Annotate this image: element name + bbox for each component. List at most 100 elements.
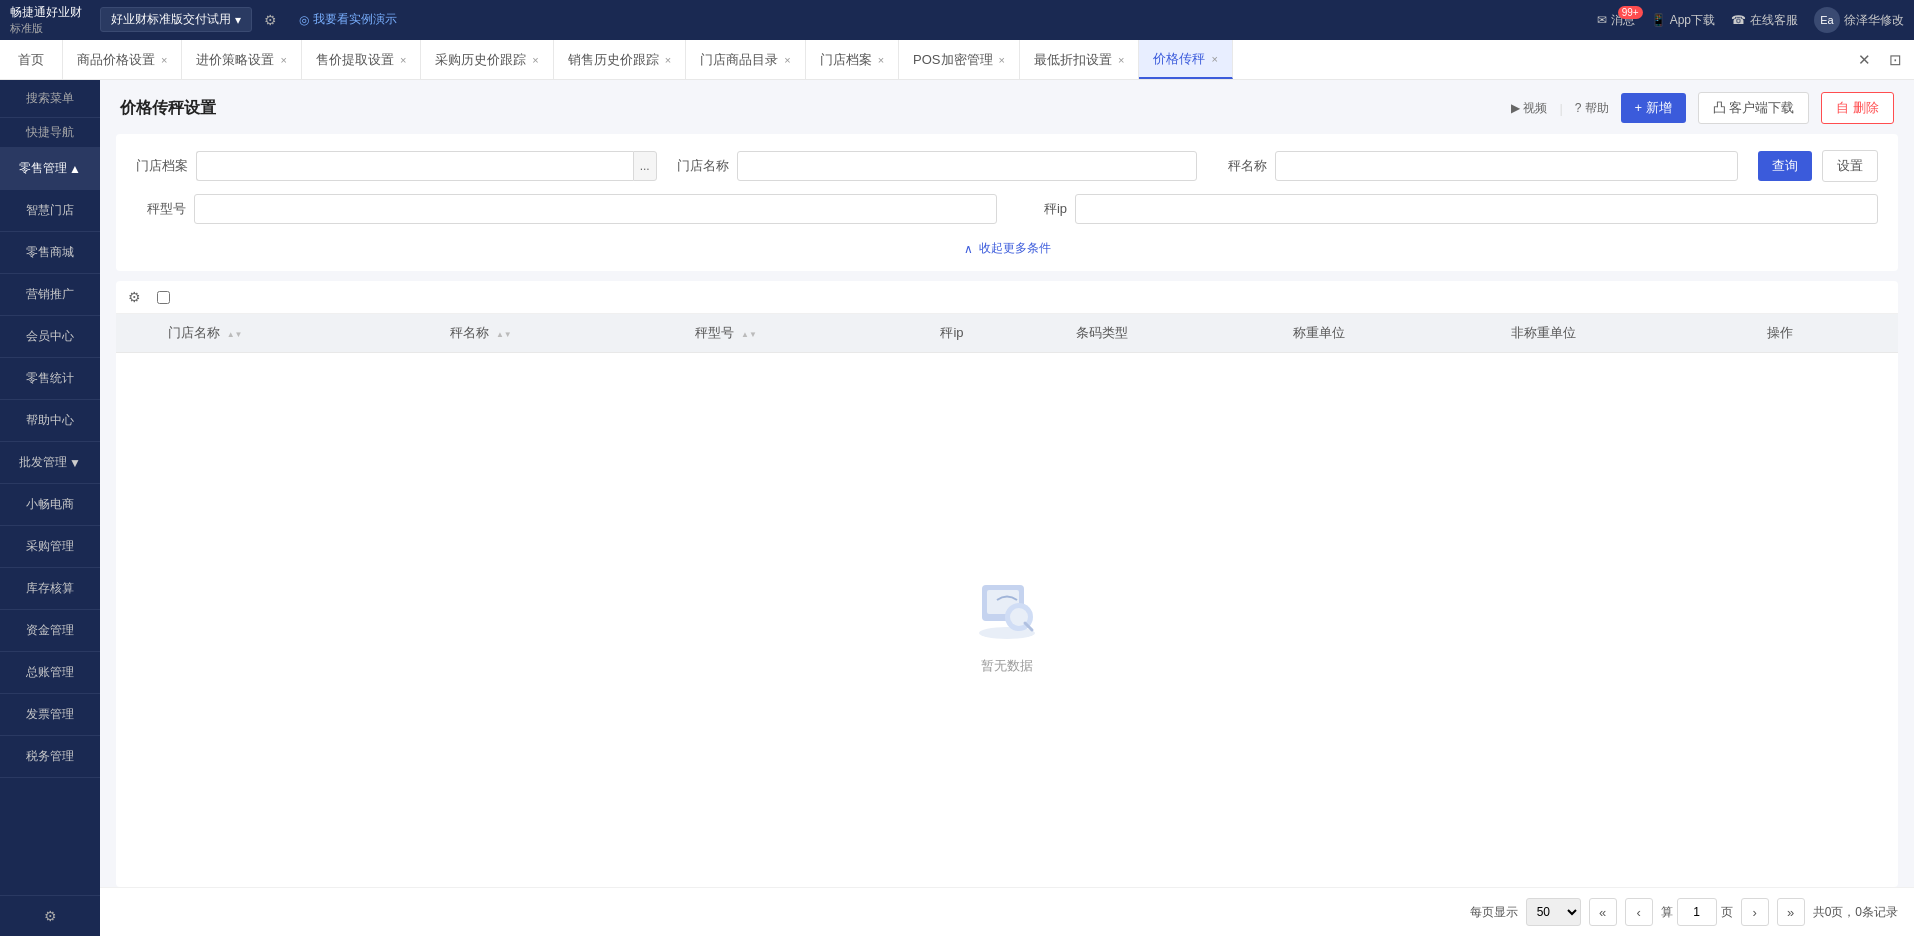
sidebar: 搜索菜单 快捷导航 零售管理 ▲ 智慧门店 零售商城 营销推广 会员中心 零 — [0, 80, 100, 936]
sort-scale-model[interactable]: ▲▼ — [741, 330, 757, 339]
store-name-input[interactable] — [737, 151, 1198, 181]
tab-close-min-discount[interactable]: × — [1118, 54, 1124, 66]
col-header-weight-unit: 称重单位 — [1281, 314, 1499, 353]
pagination-info: 算 页 — [1661, 898, 1733, 926]
col-header-scale-model: 秤型号 ▲▼ — [683, 314, 928, 353]
tab-bar-actions: ✕ ⊡ — [1852, 49, 1914, 71]
scale-name-input[interactable] — [1275, 151, 1738, 181]
pagination-first[interactable]: « — [1589, 898, 1617, 926]
demo-button[interactable]: ◎ 我要看实例演示 — [299, 11, 397, 28]
tab-sale-history[interactable]: 销售历史价跟踪 × — [554, 40, 686, 79]
table-area: ⚙ 门店名称 ▲▼ 秤名称 ▲▼ — [116, 281, 1898, 887]
tab-min-discount[interactable]: 最低折扣设置 × — [1020, 40, 1139, 79]
top-bar-right: ✉ 消息 99+ 📱 App下载 ☎ 在线客服 Ea 徐泽华修改 — [1597, 7, 1904, 33]
sidebar-item-retail-mall[interactable]: 零售商城 — [0, 232, 100, 274]
scale-model-input[interactable] — [194, 194, 997, 224]
version-settings-icon[interactable]: ⚙ — [260, 8, 281, 32]
tab-store-catalog[interactable]: 门店商品目录 × — [686, 40, 805, 79]
tab-close-pos-management[interactable]: × — [999, 54, 1005, 66]
sidebar-item-ecommerce[interactable]: 小畅电商 — [0, 484, 100, 526]
page-header: 价格传秤设置 ▶ 视频 | ? 帮助 + 新增 凸 客户端下载 — [100, 80, 1914, 134]
tab-home[interactable]: 首页 — [0, 40, 63, 79]
version-select[interactable]: 好业财标准版交付试用 ▾ — [100, 7, 252, 32]
sidebar-item-purchase[interactable]: 采购管理 — [0, 526, 100, 568]
sort-scale-name[interactable]: ▲▼ — [496, 330, 512, 339]
tab-store-archive[interactable]: 门店档案 × — [806, 40, 899, 79]
pagination-next[interactable]: › — [1741, 898, 1769, 926]
tab-purchase-strategy[interactable]: 进价策略设置 × — [182, 40, 301, 79]
select-all-checkbox[interactable] — [157, 291, 170, 304]
sidebar-item-invoice[interactable]: 发票管理 — [0, 694, 100, 736]
tab-close-sale-extract[interactable]: × — [400, 54, 406, 66]
page-number-input[interactable] — [1677, 898, 1717, 926]
avatar: Ea — [1814, 7, 1840, 33]
app-download-button[interactable]: 📱 App下载 — [1651, 12, 1715, 29]
col-header-checkbox — [116, 314, 156, 353]
content-area: 价格传秤设置 ▶ 视频 | ? 帮助 + 新增 凸 客户端下载 — [100, 80, 1914, 936]
tab-sale-extract[interactable]: 售价提取设置 × — [302, 40, 421, 79]
tab-maximize[interactable]: ⊡ — [1883, 49, 1908, 71]
scale-model-label: 秤型号 — [136, 200, 186, 218]
sidebar-item-marketing[interactable]: 营销推广 — [0, 274, 100, 316]
page-actions: ▶ 视频 | ? 帮助 + 新增 凸 客户端下载 自 删除 — [1511, 92, 1894, 124]
form-item-store-name: 门店名称 — [677, 151, 1198, 181]
search-form: 门店档案 ... 门店名称 秤名称 — [116, 134, 1898, 271]
table-settings-icon[interactable]: ⚙ — [128, 289, 141, 305]
tab-price-scale[interactable]: 价格传秤 × — [1139, 40, 1232, 79]
tab-close-sale-history[interactable]: × — [665, 54, 671, 66]
scale-ip-input[interactable] — [1075, 194, 1878, 224]
tab-close-purchase-history[interactable]: × — [532, 54, 538, 66]
col-header-scale-name: 秤名称 ▲▼ — [438, 314, 683, 353]
col-header-scale-ip: 秤ip — [928, 314, 1063, 353]
sidebar-item-member[interactable]: 会员中心 — [0, 316, 100, 358]
pagination-last[interactable]: » — [1777, 898, 1805, 926]
settings-button[interactable]: 设置 — [1822, 150, 1878, 182]
sidebar-item-wholesale[interactable]: 批发管理 ▼ — [0, 442, 100, 484]
sidebar-item-finance[interactable]: 资金管理 — [0, 610, 100, 652]
video-link[interactable]: ▶ 视频 — [1511, 100, 1547, 117]
tab-close-store-archive[interactable]: × — [878, 54, 884, 66]
pagination-bar: 每页显示 10 20 50 100 « ‹ 算 页 › » 共0页，0条记录 — [100, 887, 1914, 936]
store-archive-input[interactable] — [196, 151, 633, 181]
tab-close-product-price[interactable]: × — [161, 54, 167, 66]
user-avatar-area[interactable]: Ea 徐泽华修改 — [1814, 7, 1904, 33]
add-button[interactable]: + 新增 — [1621, 93, 1686, 123]
col-header-non-weight-unit: 非称重单位 — [1499, 314, 1754, 353]
collapse-button[interactable]: ∧ 收起更多条件 — [964, 240, 1051, 257]
tab-purchase-history[interactable]: 采购历史价跟踪 × — [421, 40, 553, 79]
sidebar-item-help[interactable]: 帮助中心 — [0, 400, 100, 442]
sort-store-name[interactable]: ▲▼ — [227, 330, 243, 339]
tab-product-price[interactable]: 商品价格设置 × — [63, 40, 182, 79]
empty-state: 暂无数据 — [116, 353, 1898, 887]
pagination-prev[interactable]: ‹ — [1625, 898, 1653, 926]
store-archive-ellipsis-btn[interactable]: ... — [633, 151, 657, 181]
empty-text: 暂无数据 — [981, 657, 1033, 675]
tab-close-current[interactable]: ✕ — [1852, 49, 1877, 71]
sidebar-settings-btn[interactable]: ⚙ — [0, 895, 100, 936]
sidebar-search[interactable]: 搜索菜单 — [0, 80, 100, 118]
tab-bar: 首页 商品价格设置 × 进价策略设置 × 售价提取设置 × 采购历史价跟踪 × … — [0, 40, 1914, 80]
query-button[interactable]: 查询 — [1758, 151, 1812, 181]
per-page-select[interactable]: 10 20 50 100 — [1526, 898, 1581, 926]
sidebar-item-retail[interactable]: 零售管理 ▲ — [0, 148, 100, 190]
sidebar-item-general-ledger[interactable]: 总账管理 — [0, 652, 100, 694]
online-service-button[interactable]: ☎ 在线客服 — [1731, 12, 1798, 29]
form-row-2: 秤型号 秤ip — [136, 194, 1878, 224]
sidebar-item-inventory[interactable]: 库存核算 — [0, 568, 100, 610]
logo: 畅捷通好业财 标准版 — [10, 5, 82, 35]
download-client-button[interactable]: 凸 客户端下载 — [1698, 92, 1810, 124]
action-buttons: 查询 设置 — [1758, 150, 1878, 182]
help-link[interactable]: ? 帮助 — [1575, 100, 1609, 117]
tab-pos-management[interactable]: POS加密管理 × — [899, 40, 1020, 79]
sidebar-quick-nav[interactable]: 快捷导航 — [0, 118, 100, 148]
tab-close-price-scale[interactable]: × — [1211, 53, 1217, 65]
sidebar-item-smart-store[interactable]: 智慧门店 — [0, 190, 100, 232]
per-page-label: 每页显示 — [1470, 904, 1518, 921]
tab-close-purchase-strategy[interactable]: × — [280, 54, 286, 66]
tab-close-store-catalog[interactable]: × — [784, 54, 790, 66]
sidebar-item-tax[interactable]: 税务管理 — [0, 736, 100, 778]
sidebar-item-retail-stats[interactable]: 零售统计 — [0, 358, 100, 400]
form-item-scale-name: 秤名称 — [1217, 151, 1738, 181]
delete-button[interactable]: 自 删除 — [1821, 92, 1894, 124]
messages-button[interactable]: ✉ 消息 99+ — [1597, 12, 1635, 29]
